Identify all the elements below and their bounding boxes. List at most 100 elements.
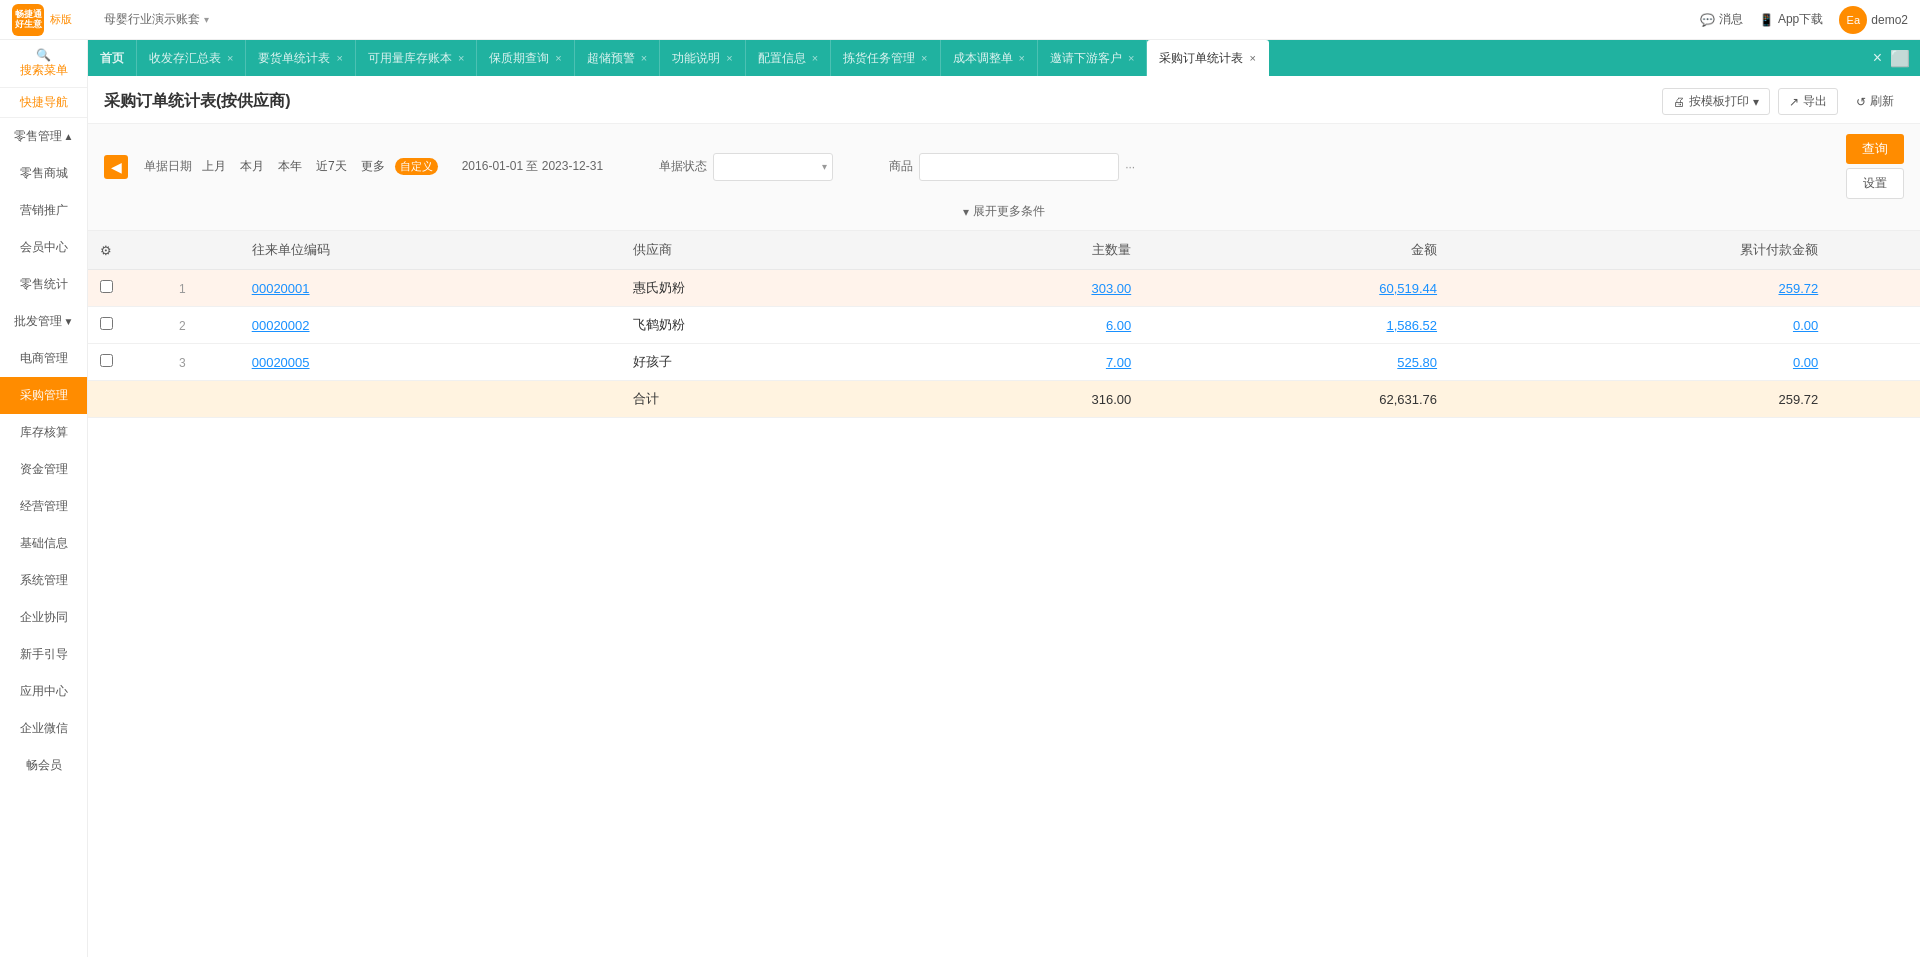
- tab-requisition-summary[interactable]: 要货单统计表 ×: [246, 40, 355, 76]
- sidebar-item-retail-shop[interactable]: 零售商城: [0, 155, 87, 192]
- table-footer-row: 合计 316.00 62,631.76 259.72: [88, 381, 1920, 418]
- tab-config-close-icon[interactable]: ×: [812, 52, 818, 64]
- tab-picking-task[interactable]: 拣货任务管理 ×: [831, 40, 940, 76]
- tab-receive-send[interactable]: 收发存汇总表 ×: [137, 40, 246, 76]
- tab-expiry-close-icon[interactable]: ×: [555, 52, 561, 64]
- row-checkbox-cell[interactable]: [88, 307, 125, 344]
- workspace-selector[interactable]: 母婴行业演示账套 ▾: [104, 11, 1688, 28]
- sidebar-item-purchase[interactable]: 采购管理: [0, 377, 87, 414]
- sidebar-basicinfo-label: 基础信息: [20, 536, 68, 550]
- print-button[interactable]: 🖨 按模板打印 ▾: [1662, 88, 1770, 115]
- sidebar-item-wholesale[interactable]: 批发管理 ▼: [0, 303, 87, 340]
- tab-close-all-icon[interactable]: ×: [1871, 47, 1884, 69]
- row-checkbox[interactable]: [100, 280, 113, 293]
- tab-purchase-summary-close-icon[interactable]: ×: [1249, 52, 1255, 64]
- amount-link[interactable]: 60,519.44: [1379, 281, 1437, 296]
- tab-home[interactable]: 首页: [88, 40, 137, 76]
- paid-link[interactable]: 0.00: [1793, 318, 1818, 333]
- sidebar-item-enterprise[interactable]: 企业协同: [0, 599, 87, 636]
- row-supplier-code: 00020002: [240, 307, 621, 344]
- sidebar-item-quick-nav[interactable]: 快捷导航: [0, 88, 87, 118]
- avatar-initials: Ea: [1847, 14, 1860, 26]
- sidebar-item-vip[interactable]: 畅会员: [0, 747, 87, 784]
- tab-function-desc[interactable]: 功能说明 ×: [660, 40, 745, 76]
- tab-config-info[interactable]: 配置信息 ×: [746, 40, 831, 76]
- shortcut-last-month[interactable]: 上月: [198, 157, 230, 176]
- paid-link[interactable]: 0.00: [1793, 355, 1818, 370]
- sidebar-item-app-center[interactable]: 应用中心: [0, 673, 87, 710]
- sidebar-item-retail-stats[interactable]: 零售统计: [0, 266, 87, 303]
- tab-expiry-query[interactable]: 保质期查询 ×: [477, 40, 574, 76]
- tab-overstock-warning[interactable]: 超储预警 ×: [575, 40, 660, 76]
- tab-invite-close-icon[interactable]: ×: [1128, 52, 1134, 64]
- row-checkbox[interactable]: [100, 354, 113, 367]
- tab-purchase-summary[interactable]: 采购订单统计表 ×: [1147, 40, 1268, 76]
- supplier-code-link[interactable]: 00020001: [252, 281, 310, 296]
- query-button[interactable]: 查询: [1846, 134, 1904, 164]
- tab-expand-icon[interactable]: ⬜: [1888, 47, 1912, 70]
- paid-link[interactable]: 259.72: [1778, 281, 1818, 296]
- sidebar-item-system[interactable]: 系统管理: [0, 562, 87, 599]
- filter-settings-button[interactable]: 设置: [1846, 168, 1904, 199]
- sidebar-item-marketing[interactable]: 营销推广: [0, 192, 87, 229]
- user-profile[interactable]: Ea demo2: [1839, 6, 1908, 34]
- tab-cost-close-icon[interactable]: ×: [1019, 52, 1025, 64]
- shortcut-this-month[interactable]: 本月: [236, 157, 268, 176]
- table-col-settings[interactable]: ⚙: [88, 231, 125, 270]
- shortcut-7days[interactable]: 近7天: [312, 157, 351, 176]
- tab-bar-end: × ⬜: [1871, 47, 1920, 70]
- table-header: ⚙ 往来单位编码 供应商 主数量 金额 累计付款金额: [88, 231, 1920, 270]
- row-no: 2: [125, 307, 240, 344]
- sidebar-item-wechat[interactable]: 企业微信: [0, 710, 87, 747]
- export-button[interactable]: ↗ 导出: [1778, 88, 1838, 115]
- tab-receive-send-close-icon[interactable]: ×: [227, 52, 233, 64]
- sidebar-item-new-guide[interactable]: 新手引导: [0, 636, 87, 673]
- table-col-amount: 金额: [1143, 231, 1449, 270]
- sidebar-item-operations[interactable]: 经营管理: [0, 488, 87, 525]
- custom-date-badge[interactable]: 自定义: [395, 158, 438, 175]
- sidebar-item-member[interactable]: 会员中心: [0, 229, 87, 266]
- sidebar-item-search[interactable]: 🔍 搜索菜单: [0, 40, 87, 88]
- tab-invite-downstream[interactable]: 邀请下游客户 ×: [1038, 40, 1147, 76]
- footer-empty-2: [125, 381, 240, 418]
- sidebar-enterprise-label: 企业协同: [20, 610, 68, 624]
- sidebar-item-inventory[interactable]: 库存核算: [0, 414, 87, 451]
- supplier-code-link[interactable]: 00020005: [252, 355, 310, 370]
- app-download-button[interactable]: 📱 App下载: [1759, 11, 1823, 28]
- message-button[interactable]: 💬 消息: [1700, 11, 1743, 28]
- tab-picking-close-icon[interactable]: ×: [921, 52, 927, 64]
- expand-more-filters-button[interactable]: ▾ 展开更多条件: [104, 203, 1904, 220]
- sidebar-item-ecommerce[interactable]: 电商管理: [0, 340, 87, 377]
- qty-link[interactable]: 7.00: [1106, 355, 1131, 370]
- row-paid: 0.00: [1449, 307, 1830, 344]
- amount-link[interactable]: 525.80: [1397, 355, 1437, 370]
- amount-link[interactable]: 1,586.52: [1386, 318, 1437, 333]
- row-checkbox-cell[interactable]: [88, 344, 125, 381]
- shortcut-more[interactable]: 更多: [357, 157, 389, 176]
- tab-function-close-icon[interactable]: ×: [726, 52, 732, 64]
- tab-cost-adjust[interactable]: 成本调整单 ×: [941, 40, 1038, 76]
- sidebar-item-basic-info[interactable]: 基础信息: [0, 525, 87, 562]
- print-label: 按模板打印: [1689, 93, 1749, 110]
- filter-status-select-wrapper: [713, 153, 833, 181]
- shortcut-this-year[interactable]: 本年: [274, 157, 306, 176]
- supplier-code-link[interactable]: 00020002: [252, 318, 310, 333]
- row-amount: 60,519.44: [1143, 270, 1449, 307]
- qty-link[interactable]: 303.00: [1091, 281, 1131, 296]
- sidebar-system-label: 系统管理: [20, 573, 68, 587]
- filter-toggle-button[interactable]: ◀: [104, 155, 128, 179]
- sidebar-item-retail[interactable]: 零售管理 ▲: [0, 118, 87, 155]
- sidebar-item-capital[interactable]: 资金管理: [0, 451, 87, 488]
- tab-requisition-close-icon[interactable]: ×: [336, 52, 342, 64]
- goods-more-icon[interactable]: ···: [1125, 160, 1135, 174]
- tab-available-stock[interactable]: 可用量库存账本 ×: [356, 40, 477, 76]
- row-checkbox-cell[interactable]: [88, 270, 125, 307]
- refresh-button[interactable]: ↺ 刷新: [1846, 89, 1904, 114]
- qty-link[interactable]: 6.00: [1106, 318, 1131, 333]
- tab-available-stock-close-icon[interactable]: ×: [458, 52, 464, 64]
- tab-home-label: 首页: [100, 50, 124, 67]
- row-checkbox[interactable]: [100, 317, 113, 330]
- filter-status-select[interactable]: [713, 153, 833, 181]
- tab-overstock-close-icon[interactable]: ×: [641, 52, 647, 64]
- filter-goods-input[interactable]: [919, 153, 1119, 181]
